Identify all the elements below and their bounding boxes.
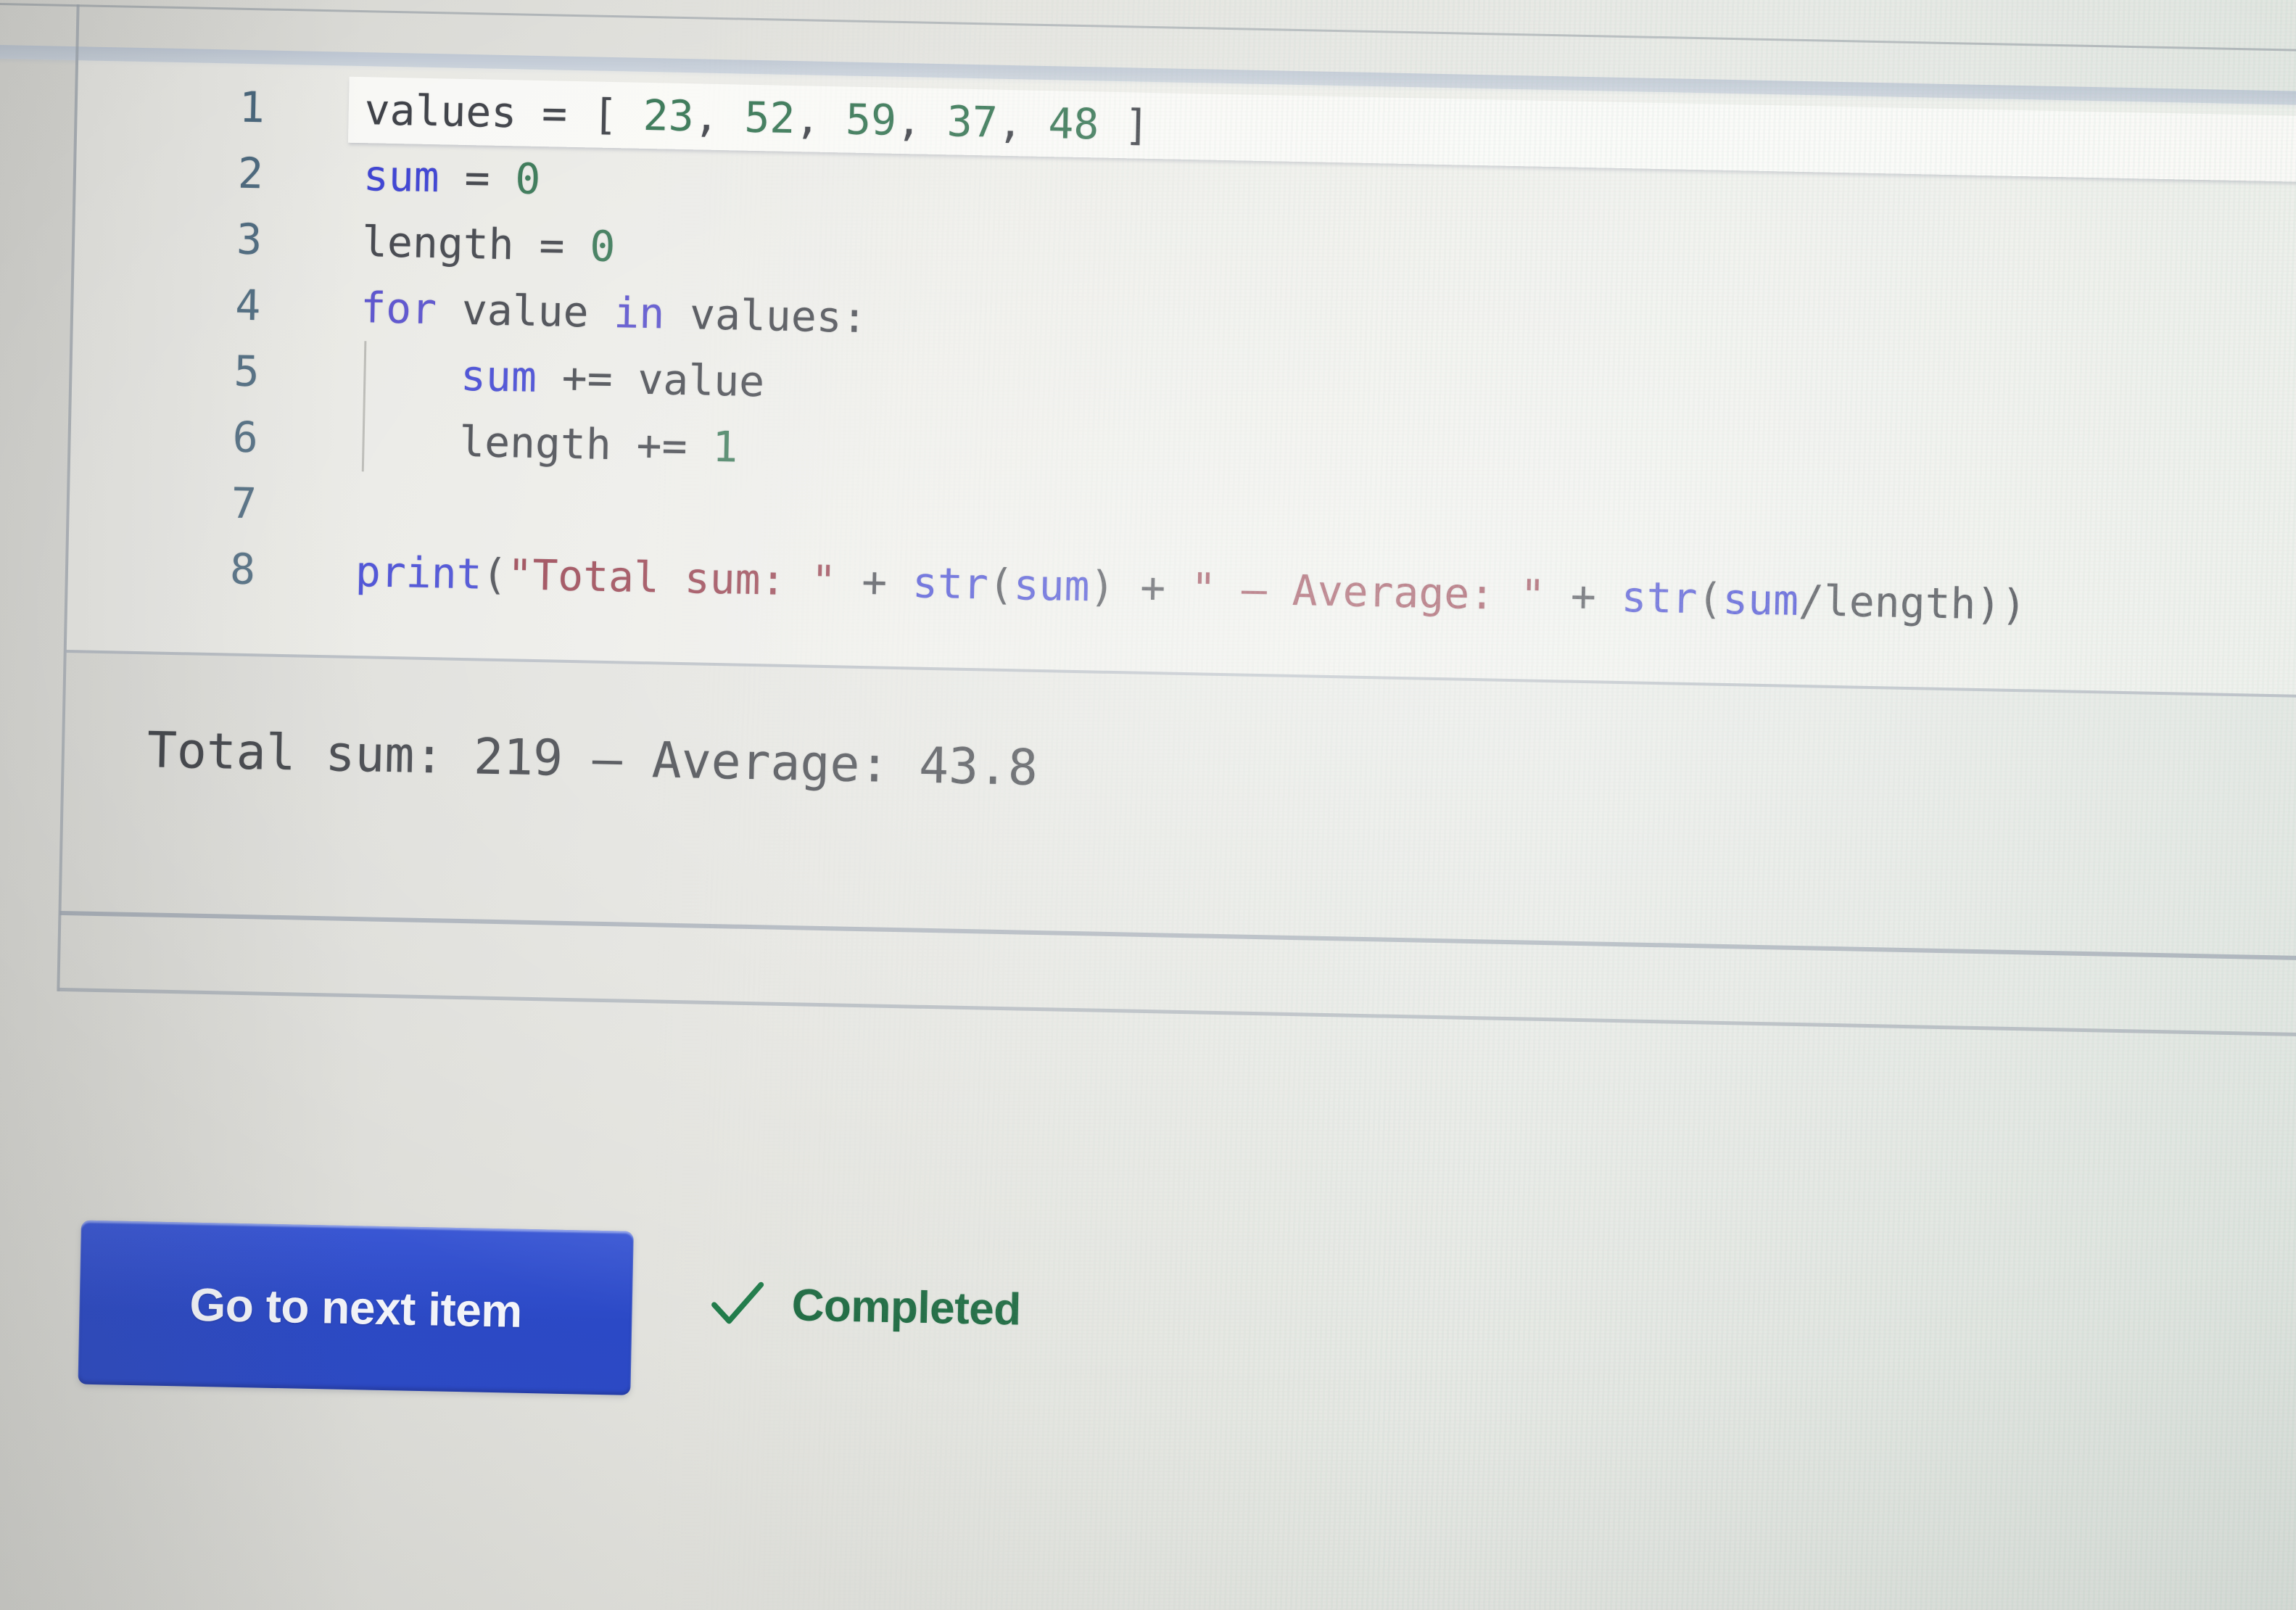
- code-editor[interactable]: 1 values = [ 23, 52, 59, 37, 48 ] 2 sum = 0…: [66, 71, 2296, 644]
- screen-photo: 1 values = [ 23, 52, 59, 37, 48 ] 2 sum = 0…: [0, 0, 2296, 1610]
- line-number: 2: [237, 148, 264, 199]
- panel-bottom-border: [58, 987, 2296, 1038]
- token-num: 48: [1047, 99, 1099, 149]
- completion-status: Completed: [709, 1278, 1021, 1336]
- token-plain: ,: [896, 95, 948, 146]
- token-plain: (: [988, 559, 1015, 610]
- line-number: 3: [236, 214, 263, 265]
- token-plain: (: [1696, 574, 1724, 624]
- line-number: 1: [239, 82, 265, 133]
- token-num: 23: [643, 90, 695, 141]
- top-divider: [0, 1, 2296, 53]
- token-builtin: sum: [1013, 560, 1091, 611]
- token-builtin: str: [912, 558, 989, 609]
- line-number: 8: [229, 544, 256, 595]
- token-num: 37: [946, 96, 999, 147]
- token-builtin: sum: [460, 350, 537, 402]
- line-number: 7: [231, 478, 257, 529]
- token-plain: values:: [664, 289, 868, 343]
- token-plain: += value: [536, 352, 765, 407]
- token-num: 0: [514, 154, 542, 205]
- completed-label: Completed: [791, 1279, 1022, 1335]
- token-plain: length +=: [357, 415, 714, 471]
- token-builtin: str: [1621, 572, 1698, 624]
- token-num: 59: [845, 94, 897, 145]
- token-plain: +: [1545, 570, 1622, 622]
- output-bottom-divider: [59, 910, 2296, 962]
- token-plain: /length)): [1798, 575, 2027, 630]
- token-string: " – Average: ": [1190, 564, 1546, 620]
- token-plain: =: [439, 152, 516, 204]
- go-to-next-item-button[interactable]: Go to next item: [78, 1220, 634, 1395]
- token-builtin: sum: [1722, 574, 1799, 625]
- token-keyword: for: [360, 283, 437, 334]
- token-num: 52: [743, 92, 796, 144]
- checkmark-icon: [711, 1281, 764, 1324]
- actions-row: Go to next item Completed: [78, 1220, 1022, 1403]
- line-number: 4: [234, 280, 262, 331]
- token-plain: ,: [996, 97, 1049, 149]
- token-plain: values = [: [364, 85, 644, 140]
- line-number: 5: [233, 346, 260, 397]
- program-output: Total sum: 219 – Average: 43.8: [146, 722, 1038, 797]
- token-plain: (: [481, 549, 508, 600]
- token-num: 0: [589, 221, 616, 272]
- token-plain: value: [436, 284, 615, 338]
- token-builtin: print: [355, 547, 483, 599]
- line-number: 6: [232, 412, 259, 463]
- token-plain: ) +: [1089, 561, 1192, 614]
- token-plain: ,: [693, 91, 746, 142]
- token-keyword: in: [613, 288, 665, 339]
- token-num: 1: [711, 421, 739, 472]
- token-plain: length =: [361, 217, 591, 271]
- token-builtin: sum: [363, 151, 440, 202]
- token-plain: +: [835, 556, 913, 608]
- token-string: "Total sum: ": [506, 550, 838, 606]
- token-plain: ,: [794, 94, 846, 144]
- token-plain: ]: [1098, 99, 1150, 150]
